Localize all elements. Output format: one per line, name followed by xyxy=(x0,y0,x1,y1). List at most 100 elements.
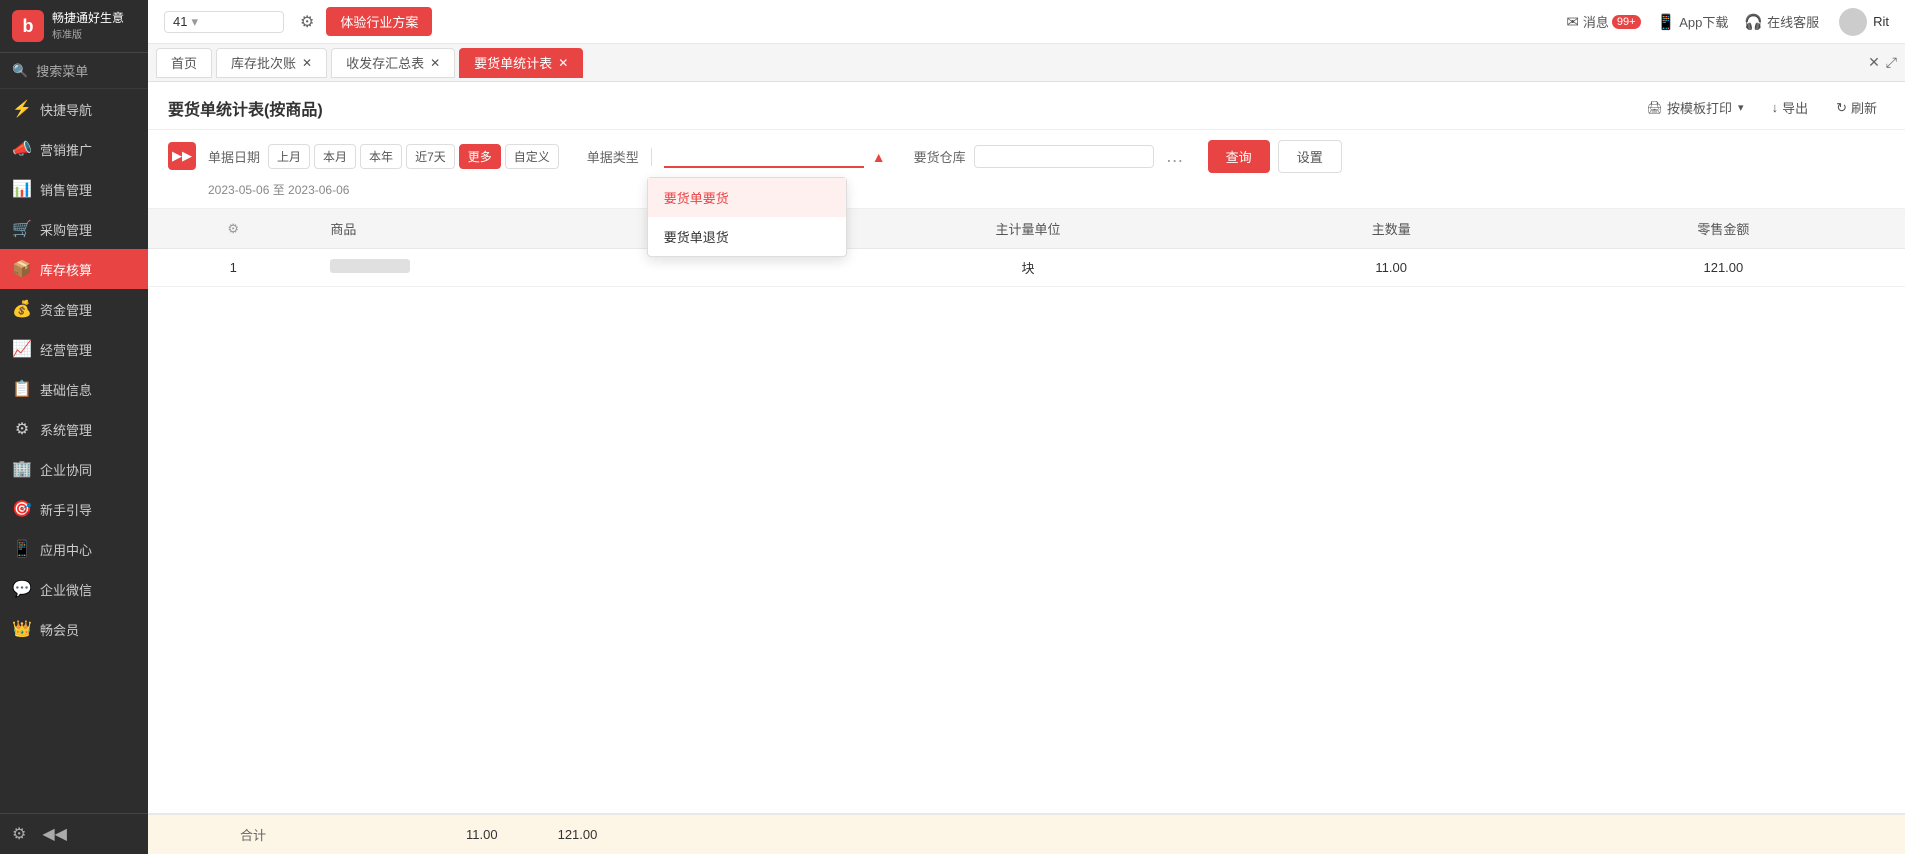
sidebar-item-member[interactable]: 👑 畅会员 xyxy=(0,609,148,649)
sidebar-item-label: 销售管理 xyxy=(40,180,92,199)
filter-expand-btn[interactable]: ▶▶ xyxy=(168,142,196,170)
table-row: 1 块 11.00 121.00 xyxy=(148,249,1905,287)
date-btn-last-month[interactable]: 上月 xyxy=(268,144,310,169)
sidebar-item-label: 营销推广 xyxy=(40,140,92,159)
message-btn[interactable]: ✉ 消息 99+ xyxy=(1566,12,1640,31)
sidebar-item-label: 资金管理 xyxy=(40,300,92,319)
tab-receive-summary[interactable]: 收发存汇总表 ✕ xyxy=(331,48,455,78)
sidebar-item-purchase[interactable]: 🛒 采购管理 xyxy=(0,209,148,249)
tab-order-stats[interactable]: 要货单统计表 ✕ xyxy=(459,48,583,78)
topbar-right: ✉ 消息 99+ 📱 App下载 🎧 在线客服 Rit xyxy=(1566,8,1889,36)
refresh-btn[interactable]: ↻ 刷新 xyxy=(1828,94,1885,121)
wechat-icon: 💬 xyxy=(12,579,32,599)
sidebar-item-sales[interactable]: 📊 销售管理 xyxy=(0,169,148,209)
user-name: Rit xyxy=(1873,14,1889,29)
guide-icon: 🎯 xyxy=(12,499,32,519)
settings-btn[interactable]: 设置 xyxy=(1278,140,1342,173)
sidebar-logo: b 畅捷通好生意 标准版 xyxy=(0,0,148,53)
dropdown-item-label: 要货单要货 xyxy=(664,191,729,206)
type-dropdown-menu: 要货单要货 要货单退货 xyxy=(647,177,847,257)
member-icon: 👑 xyxy=(12,619,32,639)
collapse-sidebar-icon[interactable]: ◀◀ xyxy=(42,824,67,844)
filter-date-range: 2023-05-06 至 2023-06-06 xyxy=(208,181,1885,198)
trial-btn[interactable]: 体验行业方案 xyxy=(326,7,432,36)
sidebar-item-enterprise[interactable]: 🏢 企业协同 xyxy=(0,449,148,489)
sidebar-item-label: 畅会员 xyxy=(40,620,79,639)
date-btn-last-7-days[interactable]: 近7天 xyxy=(406,144,455,169)
print-chevron-icon: ▾ xyxy=(1738,101,1744,114)
tabs-bar: 首页 库存批次账 ✕ 收发存汇总表 ✕ 要货单统计表 ✕ ✕ ⤢ xyxy=(148,44,1905,82)
date-btn-this-month[interactable]: 本月 xyxy=(314,144,356,169)
sidebar-item-quick-nav[interactable]: ⚡ 快捷导航 xyxy=(0,89,148,129)
type-filter-input[interactable] xyxy=(664,145,864,168)
date-btn-custom[interactable]: 自定义 xyxy=(505,144,559,169)
sidebar-item-wechat[interactable]: 💬 企业微信 xyxy=(0,569,148,609)
operations-icon: 📈 xyxy=(12,339,32,359)
purchase-icon: 🛒 xyxy=(12,219,32,239)
row-amount: 121.00 xyxy=(1542,249,1905,287)
table-footer: 合计 11.00 121.00 xyxy=(148,813,1905,854)
sidebar-item-appstore[interactable]: 📱 应用中心 xyxy=(0,529,148,569)
sidebar-item-inventory[interactable]: 📦 库存核算 xyxy=(0,249,148,289)
topbar-left: 41 ▾ ⚙ 体验行业方案 xyxy=(164,7,1566,36)
sidebar-item-operations[interactable]: 📈 经营管理 xyxy=(0,329,148,369)
sidebar-item-label: 应用中心 xyxy=(40,540,92,559)
sidebar-item-label: 新手引导 xyxy=(40,500,92,519)
online-service-btn[interactable]: 🎧 在线客服 xyxy=(1744,12,1819,31)
warehouse-more-icon[interactable]: … xyxy=(1166,146,1184,167)
print-icon: 🖨 xyxy=(1647,100,1664,116)
system-icon: ⚙ xyxy=(12,419,32,439)
user-avatar-btn[interactable]: Rit xyxy=(1835,8,1889,36)
table-col-qty: 主数量 xyxy=(1241,209,1542,249)
page-header: 要货单统计表(按商品) 🖨 按模板打印 ▾ ↓ 导出 ↻ 刷新 xyxy=(148,82,1905,130)
topbar-gear-icon[interactable]: ⚙ xyxy=(300,12,314,32)
warehouse-filter-input[interactable] xyxy=(974,145,1154,168)
row-qty: 11.00 xyxy=(1241,249,1542,287)
data-table: ⚙ 商品 主计量单位 主数量 零售金额 1 块 11.00 xyxy=(148,209,1905,287)
tab-receive-summary-close[interactable]: ✕ xyxy=(430,56,440,70)
tab-home[interactable]: 首页 xyxy=(156,48,212,78)
sidebar: b 畅捷通好生意 标准版 🔍 搜索菜单 ⚡ 快捷导航 📣 营销推广 📊 销售管理… xyxy=(0,0,148,854)
tab-inventory-batch-close[interactable]: ✕ xyxy=(302,56,312,70)
date-btn-more[interactable]: 更多 xyxy=(459,144,501,169)
date-btn-this-year[interactable]: 本年 xyxy=(360,144,402,169)
tab-receive-summary-label: 收发存汇总表 xyxy=(346,53,424,72)
type-filter-chevron-icon[interactable]: ▲ xyxy=(872,149,886,165)
tab-inventory-batch-label: 库存批次账 xyxy=(231,53,296,72)
filter-warehouse-group: 要货仓库 … xyxy=(914,145,1184,168)
tab-order-stats-close[interactable]: ✕ xyxy=(558,56,568,70)
sidebar-item-system[interactable]: ⚙ 系统管理 xyxy=(0,409,148,449)
sidebar-item-finance[interactable]: 💰 资金管理 xyxy=(0,289,148,329)
settings-footer-icon[interactable]: ⚙ xyxy=(12,824,26,844)
print-btn[interactable]: 🖨 按模板打印 ▾ xyxy=(1639,94,1752,121)
sidebar-search-label: 搜索菜单 xyxy=(36,61,88,80)
message-label: 消息 xyxy=(1583,12,1609,31)
dropdown-item-order-return[interactable]: 要货单退货 xyxy=(648,217,846,256)
topbar-number-display[interactable]: 41 ▾ xyxy=(164,11,284,33)
export-btn[interactable]: ↓ 导出 xyxy=(1764,94,1817,121)
sidebar-search[interactable]: 🔍 搜索菜单 xyxy=(0,53,148,89)
table-col-amount: 零售金额 xyxy=(1542,209,1905,249)
sidebar-item-guide[interactable]: 🎯 新手引导 xyxy=(0,489,148,529)
basic-icon: 📋 xyxy=(12,379,32,399)
table-col-settings[interactable]: ⚙ xyxy=(148,209,318,249)
app-logo-icon: b xyxy=(12,10,44,42)
app-download-icon: 📱 xyxy=(1657,13,1676,31)
sidebar-item-marketing[interactable]: 📣 营销推广 xyxy=(0,129,148,169)
finance-icon: 💰 xyxy=(12,299,32,319)
topbar: 41 ▾ ⚙ 体验行业方案 ✉ 消息 99+ 📱 App下载 🎧 在线客服 R xyxy=(148,0,1905,44)
main-area: 41 ▾ ⚙ 体验行业方案 ✉ 消息 99+ 📱 App下载 🎧 在线客服 R xyxy=(148,0,1905,854)
marketing-icon: 📣 xyxy=(12,139,32,159)
sales-icon: 📊 xyxy=(12,179,32,199)
dropdown-item-order-request[interactable]: 要货单要货 xyxy=(648,178,846,217)
filter-actions: 查询 设置 xyxy=(1208,140,1342,173)
filter-type-group: 单据类型 ▲ 要货单要货 要货单退货 xyxy=(587,145,886,168)
tab-close-all-icon[interactable]: ✕ xyxy=(1868,54,1880,71)
sidebar-item-basic[interactable]: 📋 基础信息 xyxy=(0,369,148,409)
app-download-btn[interactable]: 📱 App下载 xyxy=(1657,12,1729,31)
tab-inventory-batch[interactable]: 库存批次账 ✕ xyxy=(216,48,327,78)
query-btn[interactable]: 查询 xyxy=(1208,140,1270,173)
row-seq: 1 xyxy=(148,249,318,287)
chevron-right-icon: ▶▶ xyxy=(172,148,192,164)
tab-expand-icon[interactable]: ⤢ xyxy=(1886,54,1897,71)
